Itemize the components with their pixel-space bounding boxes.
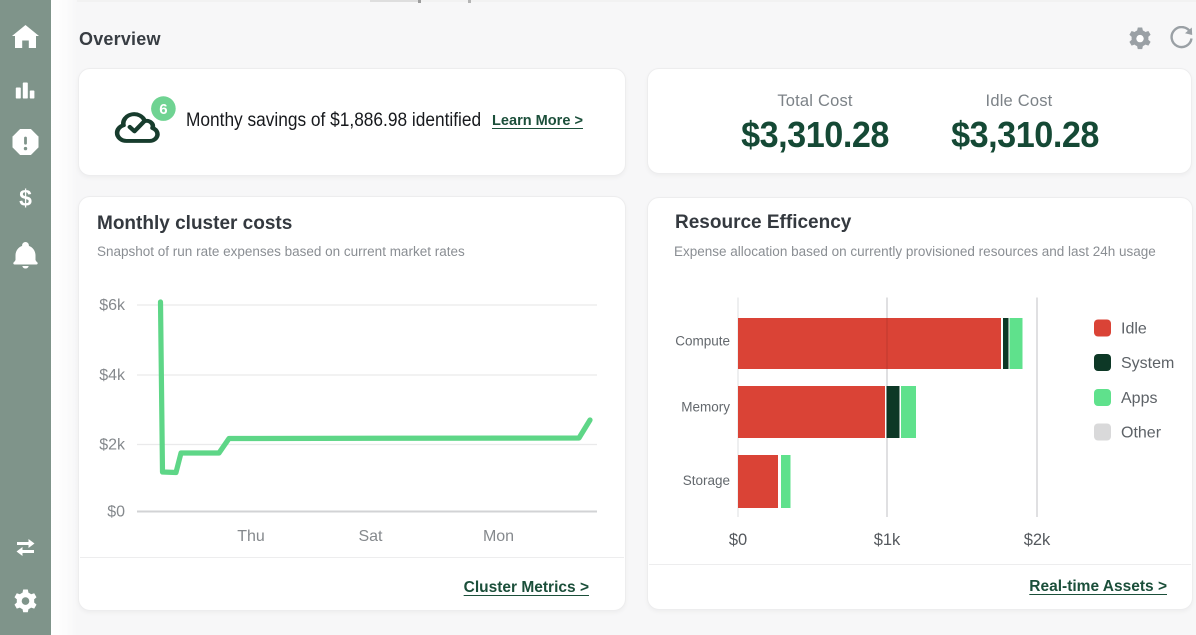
svg-text:System: System — [1121, 355, 1174, 372]
svg-text:Thu: Thu — [237, 528, 265, 545]
svg-text:Idle: Idle — [1121, 321, 1147, 338]
svg-text:Mon: Mon — [483, 528, 514, 545]
svg-text:Compute: Compute — [675, 334, 730, 349]
svg-text:$1k: $1k — [874, 531, 901, 549]
svg-text:Memory: Memory — [681, 400, 730, 415]
svg-text:6: 6 — [159, 101, 167, 118]
svg-text:$0: $0 — [107, 504, 125, 521]
svg-text:$0: $0 — [729, 531, 747, 549]
svg-text:Other: Other — [1121, 425, 1162, 442]
svg-text:Sat: Sat — [358, 528, 383, 545]
svg-text:$4k: $4k — [99, 367, 126, 384]
svg-text:$2k: $2k — [1024, 531, 1051, 549]
svg-text:Storage: Storage — [683, 473, 730, 488]
svg-text:Apps: Apps — [1121, 390, 1157, 407]
svg-text:$2k: $2k — [99, 437, 126, 454]
svg-text:$6k: $6k — [99, 297, 126, 314]
